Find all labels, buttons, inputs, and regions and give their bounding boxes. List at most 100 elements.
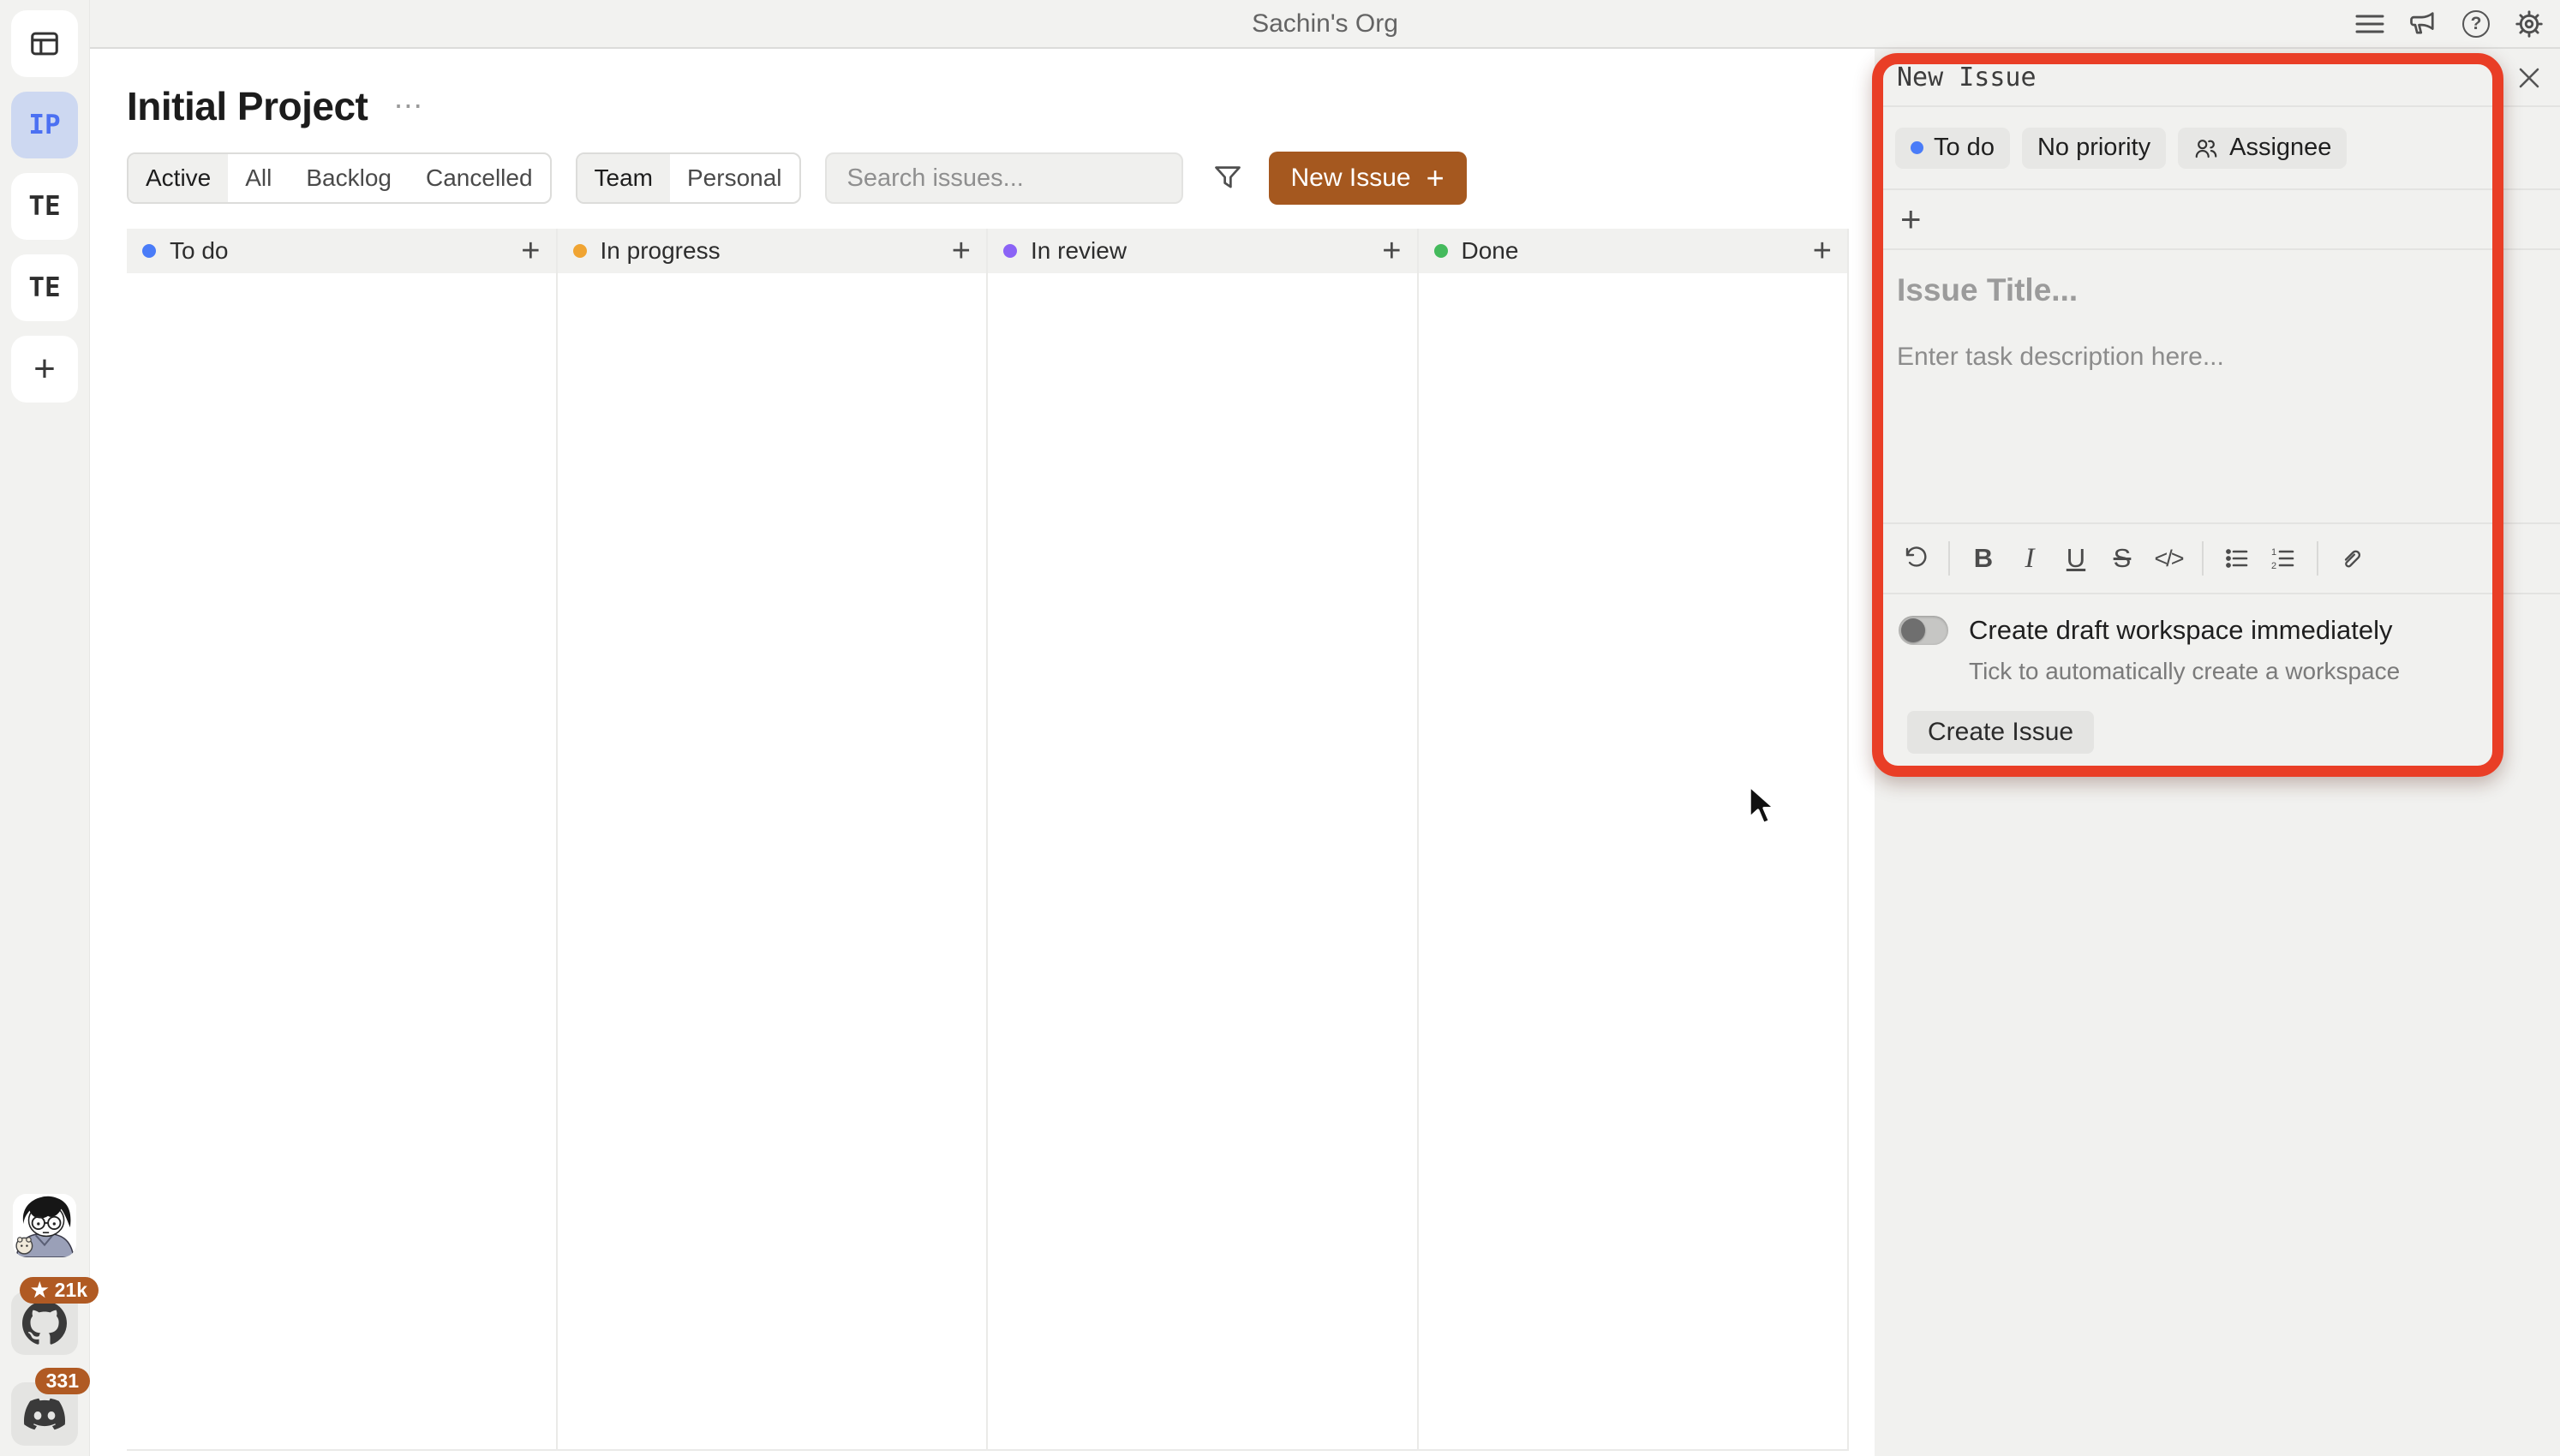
megaphone-icon	[2407, 9, 2439, 39]
hamburger-icon	[2354, 11, 2385, 37]
add-card-button[interactable]: +	[952, 235, 971, 267]
plus-icon: +	[1427, 163, 1444, 194]
star-icon: ★	[31, 1280, 49, 1300]
tab-backlog[interactable]: Backlog	[289, 154, 409, 202]
new-issue-button[interactable]: New Issue +	[1269, 152, 1467, 205]
github-icon	[22, 1301, 67, 1346]
search-input[interactable]	[847, 164, 1161, 193]
tab-cancelled[interactable]: Cancelled	[409, 154, 550, 202]
column-header: Done +	[1419, 229, 1848, 273]
column-title: In review	[1031, 237, 1127, 265]
numbered-list-icon: 1 2	[2270, 545, 2297, 572]
panel-title: New Issue	[1897, 63, 2037, 92]
tab-team[interactable]: Team	[577, 154, 670, 202]
add-workspace-button[interactable]: +	[11, 336, 78, 403]
panel-header: New Issue	[1875, 49, 2560, 107]
project-header: Initial Project ⋯	[90, 49, 1875, 129]
create-issue-button[interactable]: Create Issue	[1907, 711, 2094, 754]
new-issue-panel: New Issue To do No priority	[1875, 49, 2560, 1456]
column-body	[988, 273, 1417, 1449]
draft-workspace-toggle[interactable]	[1899, 616, 1948, 645]
add-card-button[interactable]: +	[1813, 235, 1832, 267]
undo-button[interactable]	[1892, 534, 1938, 582]
assignee-chip-label: Assignee	[2229, 134, 2331, 162]
workspace-sidebar: IP TE TE +	[0, 0, 90, 1456]
strikethrough-button[interactable]: S	[2099, 534, 2145, 582]
undo-icon	[1901, 545, 1929, 572]
layout-icon	[28, 27, 61, 60]
column-todo: To do +	[127, 229, 558, 1449]
bold-button[interactable]: B	[1960, 534, 2007, 582]
kanban-board: To do + In progress + In review +	[127, 229, 1849, 1451]
toggle-knob	[1901, 618, 1925, 642]
numbered-list-button[interactable]: 1 2	[2260, 534, 2306, 582]
close-panel-button[interactable]	[2512, 61, 2546, 95]
column-body	[127, 273, 556, 1449]
discord-button[interactable]: 331	[11, 1382, 78, 1446]
sidebar-item-workspace-te-2[interactable]: TE	[11, 254, 78, 321]
github-button[interactable]: ★ 21k	[11, 1292, 78, 1355]
tab-active[interactable]: Active	[129, 154, 228, 202]
assignee-chip[interactable]: Assignee	[2178, 128, 2347, 169]
issue-attributes-row: To do No priority Assignee	[1875, 107, 2560, 190]
discord-member-count: 331	[46, 1371, 79, 1391]
bullet-list-button[interactable]	[2214, 534, 2260, 582]
help-button[interactable]: ?	[2461, 9, 2491, 39]
announcements-button[interactable]	[2407, 9, 2438, 39]
paperclip-icon	[2338, 545, 2366, 572]
tab-all[interactable]: All	[228, 154, 289, 202]
underline-button[interactable]: U	[2053, 534, 2099, 582]
discord-icon	[24, 1393, 65, 1435]
bullet-list-icon	[2223, 545, 2251, 572]
column-title: To do	[170, 237, 229, 265]
project-main: Initial Project ⋯ Active All Backlog Can…	[90, 49, 1875, 1456]
add-attribute-button[interactable]: +	[1900, 201, 1922, 237]
issue-editor: Issue Title... Enter task description he…	[1875, 250, 2560, 524]
org-title: Sachin's Org	[1252, 9, 1398, 39]
sidebar-item-workspace-te-1[interactable]: TE	[11, 173, 78, 240]
column-body	[1419, 273, 1848, 1449]
project-more-button[interactable]: ⋯	[393, 89, 425, 123]
column-title: In progress	[601, 237, 721, 265]
toolbar-divider	[2317, 541, 2318, 576]
status-dot	[1003, 244, 1017, 258]
priority-chip-label: No priority	[2037, 134, 2150, 162]
view-filter-group: Active All Backlog Cancelled	[127, 152, 552, 204]
page-title: Initial Project	[127, 83, 368, 129]
filter-button[interactable]	[1212, 164, 1243, 193]
status-dot	[1911, 141, 1923, 154]
topbar: Sachin's Org ?	[90, 0, 2560, 49]
attachment-button[interactable]	[2329, 534, 2375, 582]
user-avatar[interactable]	[13, 1194, 76, 1257]
add-card-button[interactable]: +	[521, 235, 540, 267]
issue-description-input[interactable]: Enter task description here...	[1897, 343, 2538, 372]
tab-personal[interactable]: Personal	[670, 154, 799, 202]
people-icon	[2193, 135, 2219, 161]
sidebar-item-workspace-ip[interactable]: IP	[11, 92, 78, 158]
italic-button[interactable]: I	[2007, 534, 2053, 582]
github-stars-badge: ★ 21k	[20, 1277, 99, 1304]
status-dot	[1434, 244, 1448, 258]
draft-workspace-toggle-label: Create draft workspace immediately	[1969, 615, 2392, 646]
toolbar-divider	[2202, 541, 2204, 576]
code-button[interactable]: </>	[2145, 534, 2192, 582]
column-body	[558, 273, 987, 1449]
close-icon	[2516, 65, 2542, 91]
column-header: To do +	[127, 229, 556, 273]
status-dot	[142, 244, 156, 258]
column-title: Done	[1462, 237, 1519, 265]
topbar-actions: ?	[2354, 0, 2545, 47]
menu-button[interactable]	[2354, 9, 2385, 39]
add-card-button[interactable]: +	[1382, 235, 1401, 267]
column-header: In progress +	[558, 229, 987, 273]
layout-switcher-button[interactable]	[11, 10, 78, 77]
status-chip[interactable]: To do	[1895, 128, 2010, 169]
issue-title-input[interactable]: Issue Title...	[1897, 272, 2538, 308]
scope-filter-group: Team Personal	[576, 152, 801, 204]
priority-chip[interactable]: No priority	[2022, 128, 2166, 169]
help-icon: ?	[2462, 10, 2490, 38]
github-stars-count: 21k	[55, 1280, 87, 1300]
settings-button[interactable]	[2514, 9, 2545, 39]
column-in-review: In review +	[988, 229, 1419, 1449]
gear-icon	[2513, 8, 2545, 40]
